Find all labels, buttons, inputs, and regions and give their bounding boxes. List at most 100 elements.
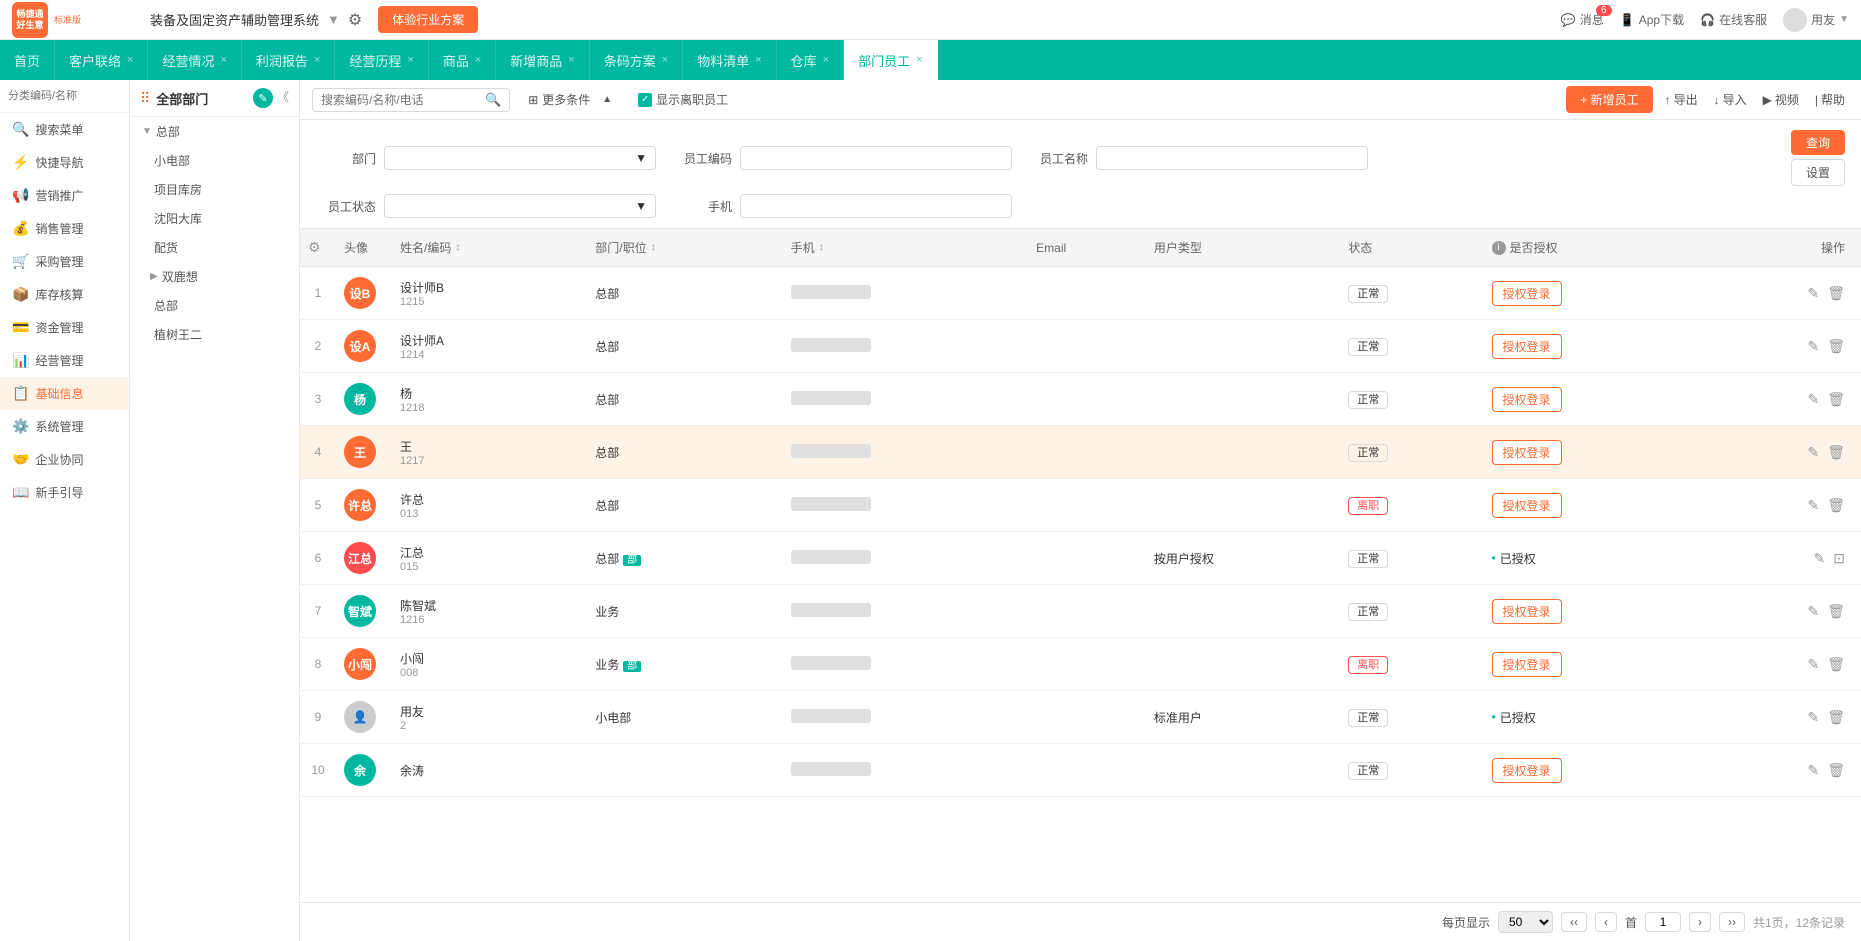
nav-tab-物料清单[interactable]: 物料清单× <box>683 40 776 80</box>
sidebar-item-营销推广[interactable]: 📢营销推广 <box>0 179 129 212</box>
last-page-button[interactable]: ›› <box>1719 912 1745 932</box>
dept-select[interactable]: ▼ <box>384 146 656 170</box>
sidebar-item-新手引导[interactable]: 📖新手引导 <box>0 476 129 509</box>
tree-node-项目库房[interactable]: 项目库房 <box>130 175 299 204</box>
sidebar-item-库存核算[interactable]: 📦库存核算 <box>0 278 129 311</box>
sidebar-item-企业协同[interactable]: 🤝企业协同 <box>0 443 129 476</box>
export-button[interactable]: ↑ 导出 <box>1661 87 1702 112</box>
delete-icon[interactable]: 🗑 <box>1827 338 1845 355</box>
query-button[interactable]: 查询 <box>1791 130 1845 155</box>
nav-tab-经营历程[interactable]: 经营历程× <box>335 40 428 80</box>
tab-close-icon[interactable]: × <box>662 54 668 66</box>
help-button[interactable]: | 帮助 <box>1811 87 1849 112</box>
th-phone[interactable]: 手机 ↕ <box>783 229 1029 267</box>
online-service-action[interactable]: 🎧 在线客服 <box>1700 11 1767 28</box>
authorize-button[interactable]: 授权登录 <box>1492 493 1562 518</box>
delete-icon[interactable]: 🗑 <box>1827 656 1845 673</box>
view-button[interactable]: ▶ 视频 <box>1759 87 1803 112</box>
edit-icon[interactable]: ✎ <box>1807 709 1819 726</box>
nav-tab-客户联络[interactable]: 客户联络× <box>55 40 148 80</box>
message-action[interactable]: 💬 消息 6 <box>1561 11 1604 28</box>
delete-icon[interactable]: 🗑 <box>1827 497 1845 514</box>
app-download-action[interactable]: 📱 App下载 <box>1620 11 1684 28</box>
sidebar-item-资金管理[interactable]: 💳资金管理 <box>0 311 129 344</box>
trial-btn[interactable]: 体验行业方案 <box>378 6 478 33</box>
edit-icon[interactable]: ✎ <box>1807 497 1819 514</box>
edit-icon[interactable]: ✎ <box>1807 656 1819 673</box>
tab-close-icon[interactable]: × <box>568 54 574 66</box>
sidebar-item-搜索菜单[interactable]: 🔍搜索菜单 <box>0 113 129 146</box>
show-resigned-toggle[interactable]: ✓ 显示离职员工 <box>638 91 728 108</box>
edit-icon[interactable]: ✎ <box>1807 444 1819 461</box>
authorize-button[interactable]: 授权登录 <box>1492 758 1562 783</box>
set-button[interactable]: 设置 <box>1791 159 1845 186</box>
nav-tab-利润报告[interactable]: 利润报告× <box>242 40 335 80</box>
sidebar-item-采购管理[interactable]: 🛒采购管理 <box>0 245 129 278</box>
tab-close-icon[interactable]: × <box>475 54 481 66</box>
edit-icon[interactable]: ✎ <box>1807 285 1819 302</box>
authorize-button[interactable]: 授权登录 <box>1492 334 1562 359</box>
tab-close-icon[interactable]: × <box>755 54 761 66</box>
nav-tab-部门员工[interactable]: 部门员工× <box>844 40 937 80</box>
th-name[interactable]: 姓名/编码 ↕ <box>392 229 587 267</box>
edit-icon[interactable]: ✎ <box>1807 391 1819 408</box>
add-employee-button[interactable]: + 新增员工 <box>1566 86 1652 113</box>
edit-icon[interactable]: ✎ <box>1807 762 1819 779</box>
tab-close-icon[interactable]: × <box>220 54 226 66</box>
page-number-input[interactable] <box>1645 912 1681 932</box>
sidebar-item-基础信息[interactable]: 📋基础信息 <box>0 377 129 410</box>
settings-icon[interactable]: ⚙ <box>348 10 362 30</box>
phone-input[interactable] <box>740 194 1012 218</box>
nav-tab-仓库[interactable]: 仓库× <box>777 40 844 80</box>
authorize-button[interactable]: 授权登录 <box>1492 440 1562 465</box>
employee-code-input[interactable] <box>740 146 1012 170</box>
nav-tab-经营情况[interactable]: 经营情况× <box>148 40 241 80</box>
tree-node-双鹿想[interactable]: ▶ 双鹿想 <box>130 262 299 291</box>
dropdown-arrow-icon[interactable]: ▼ <box>327 12 340 27</box>
nav-tab-条码方案[interactable]: 条码方案× <box>590 40 683 80</box>
more-conditions-btn[interactable]: ⊞ 更多条件 ▲ <box>520 86 628 113</box>
tree-edit-icon[interactable]: ✎ <box>253 88 273 108</box>
employee-search-input[interactable] <box>321 93 481 107</box>
delete-icon[interactable]: 🗑 <box>1827 603 1845 620</box>
delete-icon[interactable]: 🗑 <box>1827 444 1845 461</box>
nav-tab-首页[interactable]: 首页 <box>0 40 55 80</box>
edit-icon[interactable]: ✎ <box>1807 603 1819 620</box>
tab-close-icon[interactable]: × <box>823 54 829 66</box>
authorize-button[interactable]: 授权登录 <box>1492 599 1562 624</box>
delete-icon[interactable]: 🗑 <box>1827 762 1845 779</box>
sidebar-item-销售管理[interactable]: 💰销售管理 <box>0 212 129 245</box>
authorize-button[interactable]: 授权登录 <box>1492 281 1562 306</box>
delete-icon[interactable]: 🗑 <box>1827 391 1845 408</box>
authorize-button[interactable]: 授权登录 <box>1492 652 1562 677</box>
nav-tab-新增商品[interactable]: 新增商品× <box>496 40 589 80</box>
tree-node-总部[interactable]: 总部 <box>130 291 299 320</box>
sidebar-item-快捷导航[interactable]: ⚡快捷导航 <box>0 146 129 179</box>
tree-node-植树王二[interactable]: 植树王二 <box>130 320 299 349</box>
prev-page-button[interactable]: ‹ <box>1595 912 1617 932</box>
tree-node-沈阳大库[interactable]: 沈阳大库 <box>130 204 299 233</box>
tab-close-icon[interactable]: × <box>127 54 133 66</box>
per-page-select[interactable]: 50 100 <box>1498 911 1553 933</box>
tree-node-小电部[interactable]: 小电部 <box>130 146 299 175</box>
sidebar-search-input[interactable] <box>8 90 130 102</box>
delete-icon[interactable]: 🗑 <box>1827 709 1845 726</box>
tab-close-icon[interactable]: × <box>314 54 320 66</box>
edit-icon[interactable]: ✎ <box>1814 550 1826 567</box>
copy-icon[interactable]: ⊡ <box>1833 550 1845 567</box>
tree-node-配货[interactable]: 配货 <box>130 233 299 262</box>
sidebar-item-系统管理[interactable]: ⚙️系统管理 <box>0 410 129 443</box>
sidebar-item-经营管理[interactable]: 📊经营管理 <box>0 344 129 377</box>
employee-name-input[interactable] <box>1096 146 1368 170</box>
authorize-button[interactable]: 授权登录 <box>1492 387 1562 412</box>
tab-close-icon[interactable]: × <box>407 54 413 66</box>
search-icon[interactable]: 🔍 <box>485 92 501 108</box>
collapse-btn[interactable]: 《 <box>277 88 289 108</box>
delete-icon[interactable]: 🗑 <box>1827 285 1845 302</box>
first-page-button[interactable]: ‹‹ <box>1561 912 1587 932</box>
edit-icon[interactable]: ✎ <box>1807 338 1819 355</box>
tree-node-总部[interactable]: ▼ 总部 <box>130 117 299 146</box>
user-action[interactable]: 用友 ▼ <box>1783 8 1849 32</box>
th-dept[interactable]: 部门/职位 ↕ <box>587 229 782 267</box>
import-button[interactable]: ↓ 导入 <box>1710 87 1751 112</box>
